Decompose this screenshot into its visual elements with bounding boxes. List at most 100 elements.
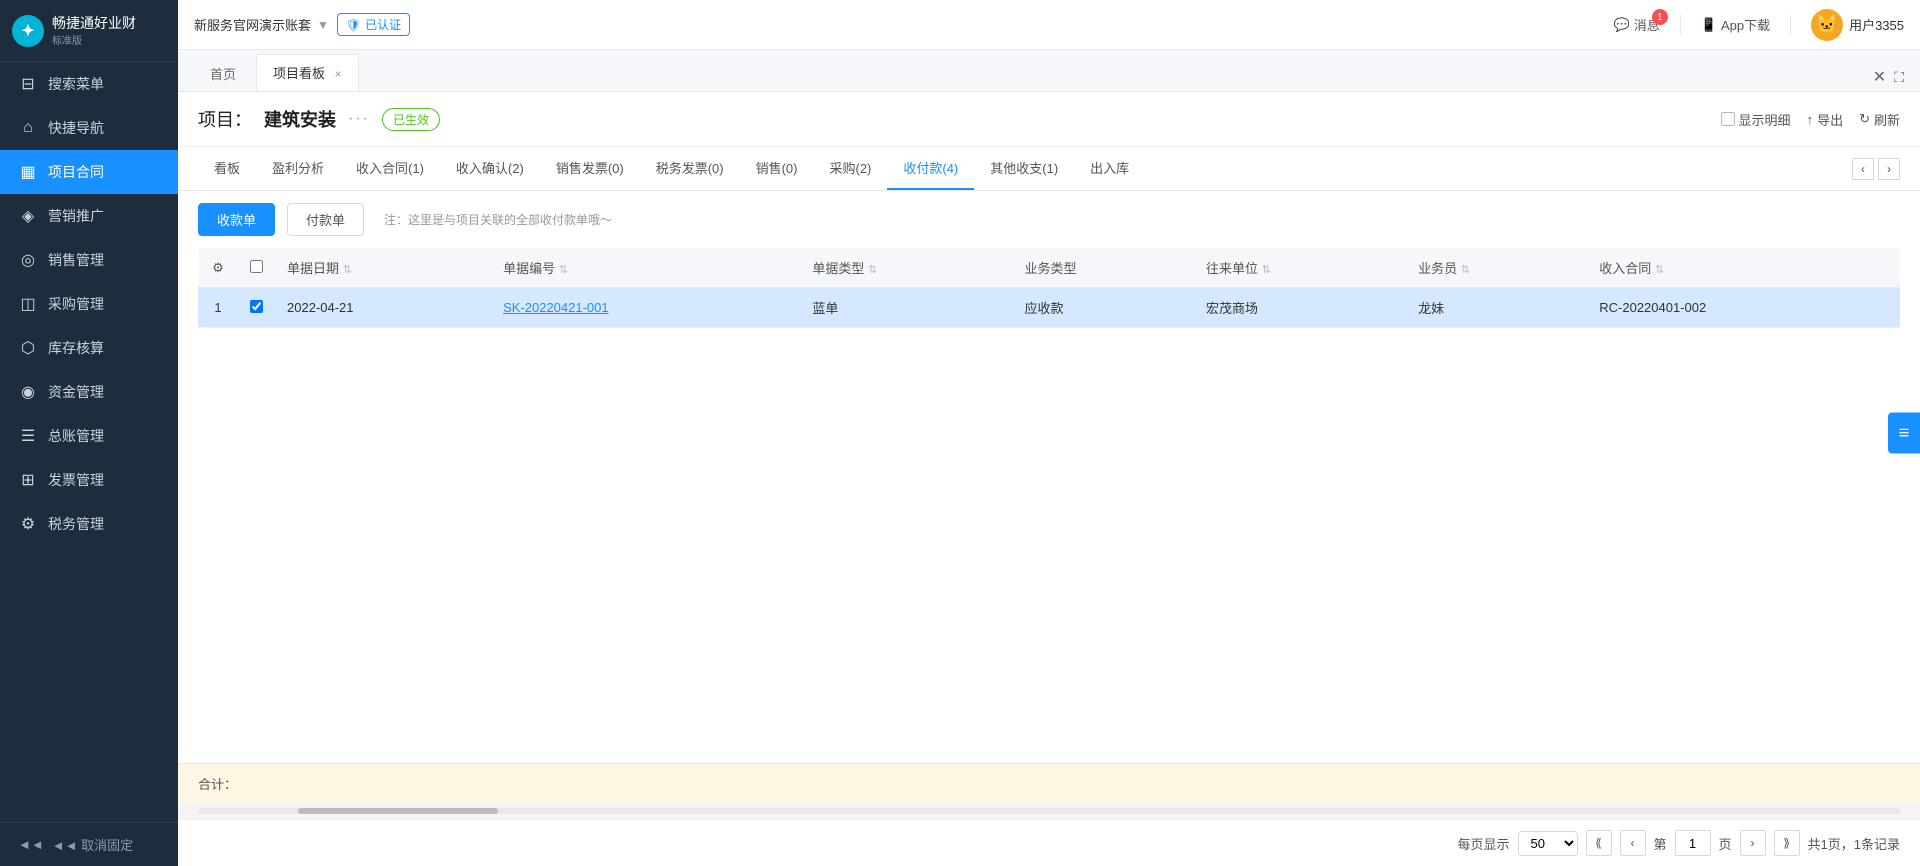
row-salesman: 龙妹 bbox=[1406, 288, 1587, 328]
export-label: 导出 bbox=[1817, 110, 1843, 129]
subtab-other-expense[interactable]: 其他收支(1) bbox=[974, 147, 1074, 190]
pin-label: ◄◄ 取消固定 bbox=[52, 835, 133, 854]
per-page-select[interactable]: 50 20 100 bbox=[1518, 831, 1578, 856]
sidebar-item-finance[interactable]: ◉ 资金管理 bbox=[0, 370, 178, 414]
select-all-checkbox[interactable] bbox=[250, 260, 263, 273]
subtab-sales-invoice-label: 销售发票(0) bbox=[556, 161, 624, 176]
export-button[interactable]: ↑ 导出 bbox=[1807, 110, 1844, 129]
subtab-tax-invoice[interactable]: 税务发票(0) bbox=[640, 147, 740, 190]
row-biz-type: 应收款 bbox=[1013, 288, 1194, 328]
sidebar-item-tax[interactable]: ⚙ 税务管理 bbox=[0, 502, 178, 546]
sidebar-item-ledger[interactable]: ☰ 总账管理 bbox=[0, 414, 178, 458]
window-maximize-icon[interactable]: ⛶ bbox=[1894, 69, 1904, 86]
col-partner[interactable]: 往来单位 ⇅ bbox=[1194, 248, 1406, 288]
app-logo-icon: ✦ bbox=[12, 15, 44, 47]
tab-project-board[interactable]: 项目看板 × bbox=[256, 54, 359, 91]
row-index: 1 bbox=[198, 288, 238, 328]
sidebar-finance-label: 资金管理 bbox=[48, 382, 104, 402]
message-button[interactable]: 💬 消息 1 bbox=[1614, 15, 1660, 34]
float-icon: ≡ bbox=[1899, 423, 1910, 444]
sidebar-item-nav[interactable]: ⌂ 快捷导航 bbox=[0, 106, 178, 150]
username-label: 用户3355 bbox=[1849, 15, 1904, 34]
receipt-tab-button[interactable]: 收款单 bbox=[198, 203, 275, 236]
total-label: 合计： bbox=[198, 774, 237, 793]
subtab-purchase[interactable]: 采购(2) bbox=[813, 147, 887, 190]
sidebar-contract-label: 项目合同 bbox=[48, 162, 104, 182]
row-number-link[interactable]: SK-20220421-001 bbox=[503, 300, 609, 315]
scrollbar-track[interactable] bbox=[198, 808, 1900, 814]
show-detail-checkbox[interactable]: 显示明细 bbox=[1721, 110, 1791, 129]
refresh-button[interactable]: ↻ 刷新 bbox=[1859, 110, 1900, 129]
receipt-tab-label: 收款单 bbox=[217, 213, 256, 228]
table-header-row: ⚙ 单据日期 ⇅ 单据编号 ⇅ bbox=[198, 248, 1900, 288]
subtab-board-label: 看板 bbox=[214, 161, 240, 176]
pin-icon: ◄◄ bbox=[18, 837, 44, 852]
subtab-income-contract[interactable]: 收入合同(1) bbox=[340, 147, 440, 190]
subtab-profit[interactable]: 盈利分析 bbox=[256, 147, 340, 190]
col-biz-type[interactable]: 业务类型 bbox=[1013, 248, 1194, 288]
per-page-label: 每页显示 bbox=[1457, 834, 1509, 853]
right-float-button[interactable]: ≡ bbox=[1888, 413, 1920, 454]
row-checkbox[interactable] bbox=[238, 288, 275, 328]
col-salesman[interactable]: 业务员 ⇅ bbox=[1406, 248, 1587, 288]
window-close-icon[interactable]: ✕ bbox=[1873, 67, 1886, 87]
finance-icon: ◉ bbox=[18, 382, 38, 402]
subtab-board[interactable]: 看板 bbox=[198, 147, 256, 190]
sidebar-item-contract[interactable]: ▦ 项目合同 bbox=[0, 150, 178, 194]
sidebar-item-purchase[interactable]: ◫ 采购管理 bbox=[0, 282, 178, 326]
certified-badge: 🛡 已认证 bbox=[337, 13, 410, 36]
sidebar: ✦ 畅捷通好业财 标准版 ⊟ 搜索菜单 ⌂ 快捷导航 ▦ 项目合同 ◈ 营销推广… bbox=[0, 0, 178, 866]
scrollbar-thumb[interactable] bbox=[298, 808, 498, 814]
next-page-button[interactable]: › bbox=[1740, 830, 1766, 856]
row-select-checkbox[interactable] bbox=[250, 300, 263, 313]
col-type[interactable]: 单据类型 ⇅ bbox=[800, 248, 1012, 288]
subtab-sales-invoice[interactable]: 销售发票(0) bbox=[540, 147, 640, 190]
last-page-button[interactable]: ⟫ bbox=[1774, 830, 1800, 856]
col-number[interactable]: 单据编号 ⇅ bbox=[491, 248, 800, 288]
subtab-income-confirm[interactable]: 收入确认(2) bbox=[440, 147, 540, 190]
app-download-button[interactable]: 📱 App下载 bbox=[1701, 15, 1770, 34]
project-header-actions: 显示明细 ↑ 导出 ↻ 刷新 bbox=[1721, 110, 1900, 129]
sidebar-ledger-label: 总账管理 bbox=[48, 426, 104, 446]
first-page-button[interactable]: ⟪ bbox=[1586, 830, 1612, 856]
sidebar-item-sales[interactable]: ◎ 销售管理 bbox=[0, 238, 178, 282]
sub-tab-bar: 看板 盈利分析 收入合同(1) 收入确认(2) 销售发票(0) 税务发票(0) … bbox=[178, 147, 1920, 191]
page-number-input[interactable] bbox=[1675, 830, 1711, 856]
topbar-right: 💬 消息 1 📱 App下载 🐱 用户3355 bbox=[1614, 9, 1904, 41]
sidebar-pin-toggle[interactable]: ◄◄ ◄◄ 取消固定 bbox=[0, 822, 178, 866]
subtab-inout[interactable]: 出入库 bbox=[1074, 147, 1145, 190]
tab-home[interactable]: 首页 bbox=[194, 56, 252, 91]
col-date[interactable]: 单据日期 ⇅ bbox=[275, 248, 491, 288]
prev-page-button[interactable]: ‹ bbox=[1620, 830, 1646, 856]
invoice-icon: ⊞ bbox=[18, 470, 38, 490]
user-menu[interactable]: 🐱 用户3355 bbox=[1811, 9, 1904, 41]
sidebar-item-marketing[interactable]: ◈ 营销推广 bbox=[0, 194, 178, 238]
sidebar-item-invoice[interactable]: ⊞ 发票管理 bbox=[0, 458, 178, 502]
horizontal-scrollbar[interactable] bbox=[178, 803, 1920, 819]
sidebar-sales-label: 销售管理 bbox=[48, 250, 104, 270]
account-selector[interactable]: 新服务官网演示账套 ▼ bbox=[194, 15, 329, 34]
col-settings[interactable]: ⚙ bbox=[198, 248, 238, 288]
col-income-contract[interactable]: 收入合同 ⇅ bbox=[1587, 248, 1900, 288]
tax-icon: ⚙ bbox=[18, 514, 38, 534]
sidebar-item-search[interactable]: ⊟ 搜索菜单 bbox=[0, 62, 178, 106]
more-options-icon[interactable]: ··· bbox=[348, 110, 370, 128]
sidebar-item-inventory[interactable]: ⬡ 库存核算 bbox=[0, 326, 178, 370]
subtab-profit-label: 盈利分析 bbox=[272, 161, 324, 176]
subtab-purchase-label: 采购(2) bbox=[829, 161, 871, 176]
refresh-icon: ↻ bbox=[1859, 111, 1870, 127]
subtab-scroll-left[interactable]: ‹ bbox=[1852, 158, 1874, 180]
subtab-other-expense-label: 其他收支(1) bbox=[990, 161, 1058, 176]
table-row[interactable]: 1 2022-04-21 SK-20220421-001 蓝单 bbox=[198, 288, 1900, 328]
subtab-sales[interactable]: 销售(0) bbox=[740, 147, 814, 190]
payment-tab-button[interactable]: 付款单 bbox=[287, 203, 364, 236]
certified-text: 已认证 bbox=[365, 16, 401, 33]
payment-tab-label: 付款单 bbox=[306, 213, 345, 228]
col-income-contract-sort-icon: ⇅ bbox=[1655, 264, 1664, 276]
col-salesman-label: 业务员 bbox=[1418, 261, 1457, 276]
tab-close-icon[interactable]: × bbox=[335, 67, 342, 81]
settings-gear-icon[interactable]: ⚙ bbox=[212, 260, 224, 275]
subtab-scroll-right[interactable]: › bbox=[1878, 158, 1900, 180]
row-number[interactable]: SK-20220421-001 bbox=[491, 288, 800, 328]
subtab-receipt[interactable]: 收付款(4) bbox=[887, 147, 974, 190]
